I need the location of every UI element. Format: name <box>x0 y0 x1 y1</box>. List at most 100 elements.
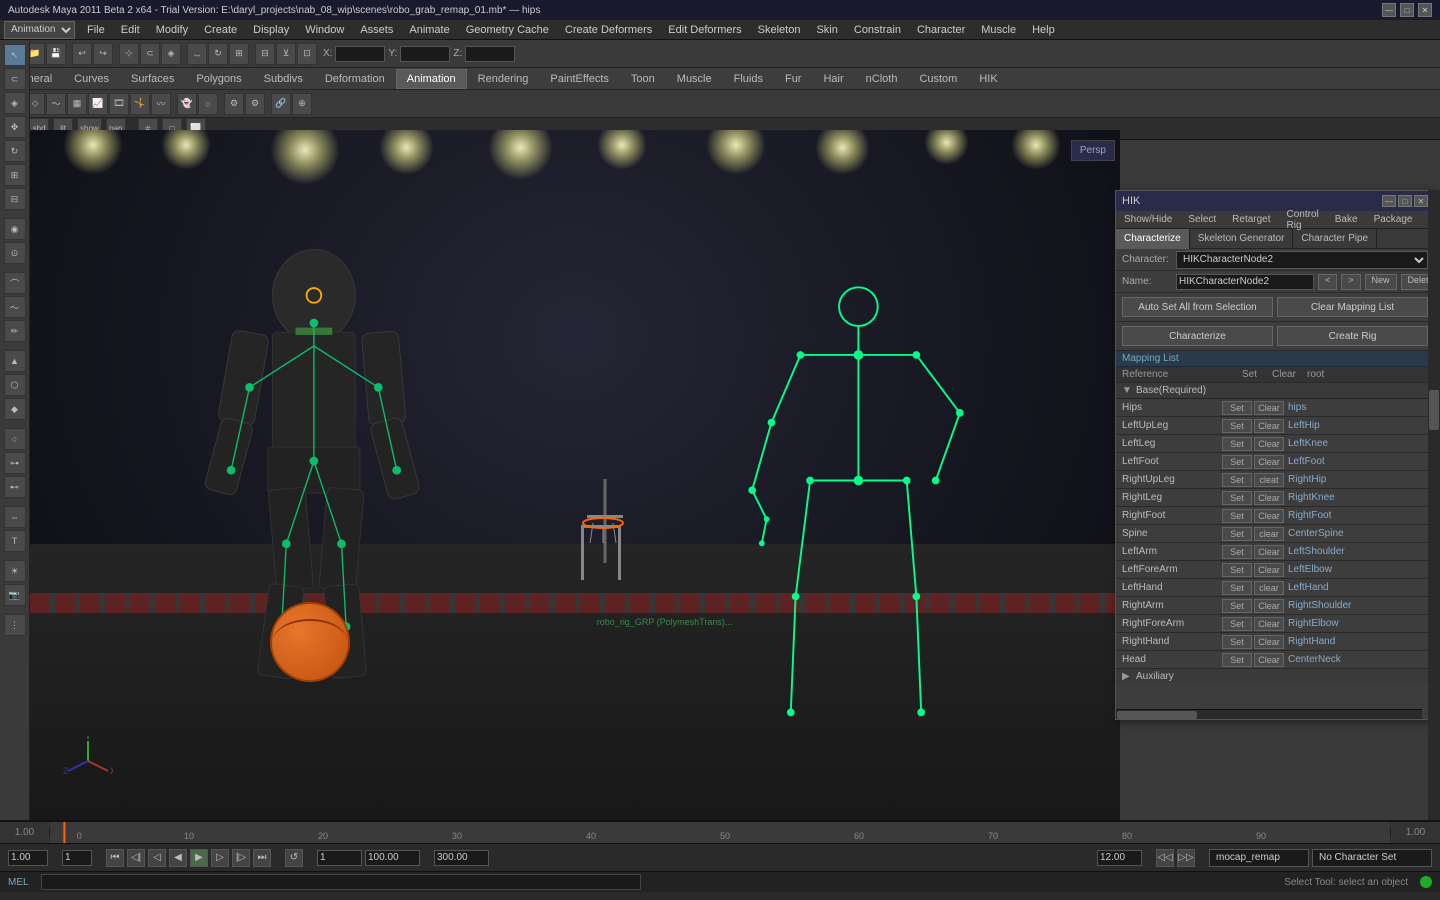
menu-edit[interactable]: Edit <box>113 22 148 38</box>
mr-set-4[interactable]: Set <box>1222 473 1252 487</box>
play-back-btn[interactable]: ◀ <box>169 849 187 867</box>
soft-mod-btn[interactable]: ◉ <box>4 218 26 240</box>
cv-curve-btn[interactable]: ⌒ <box>4 272 26 294</box>
mr-clear-14[interactable]: Clear <box>1254 653 1284 667</box>
prev-frame-btn[interactable]: ◁ <box>148 849 166 867</box>
paint-btn[interactable]: ◈ <box>161 43 181 65</box>
mr-set-0[interactable]: Set <box>1222 401 1252 415</box>
play-fwd-btn[interactable]: ▶ <box>190 849 208 867</box>
mr-set-6[interactable]: Set <box>1222 509 1252 523</box>
vertex-btn[interactable]: ◆ <box>4 398 26 420</box>
timeline-numbers[interactable]: 0 10 20 30 40 50 60 70 80 90 <box>50 822 1390 843</box>
menu-window[interactable]: Window <box>297 22 352 38</box>
mr-clear-8[interactable]: Clear <box>1254 545 1284 559</box>
hik-nav-next[interactable]: > <box>1341 274 1360 290</box>
pose-btn[interactable]: 🤸 <box>130 93 150 115</box>
joint-btn[interactable]: ○ <box>4 428 26 450</box>
tab-curves[interactable]: Curves <box>63 69 120 89</box>
time-value-input[interactable] <box>1097 850 1142 866</box>
rotate-btn[interactable]: ↻ <box>208 43 228 65</box>
tab-rendering[interactable]: Rendering <box>467 69 540 89</box>
total-frames-input[interactable] <box>434 850 489 866</box>
slower-btn[interactable]: ◁◁ <box>1156 849 1174 867</box>
mr-clear-2[interactable]: Clear <box>1254 437 1284 451</box>
mr-clear-10[interactable]: clear <box>1254 581 1284 595</box>
ep-curve-btn[interactable]: 〜 <box>4 296 26 318</box>
tab-fur[interactable]: Fur <box>774 69 813 89</box>
lasso-tool-btn[interactable]: ⊂ <box>4 68 26 90</box>
hik-character-select[interactable]: HIKCharacterNode2 <box>1176 251 1428 269</box>
hik-name-input[interactable] <box>1176 274 1314 290</box>
menu-help[interactable]: Help <box>1024 22 1063 38</box>
hik-auto-set-btn[interactable]: Auto Set All from Selection <box>1122 297 1273 317</box>
hik-new-btn[interactable]: New <box>1365 274 1397 290</box>
trax-btn[interactable]: 🎞 <box>109 93 129 115</box>
close-button[interactable]: ✕ <box>1418 3 1432 17</box>
mr-clear-11[interactable]: Clear <box>1254 599 1284 613</box>
light-btn[interactable]: ☀ <box>4 560 26 582</box>
mr-set-7[interactable]: Set <box>1222 527 1252 541</box>
view-label[interactable]: Persp <box>1071 140 1115 161</box>
y-input[interactable] <box>400 46 450 62</box>
misc-btn[interactable]: ⋮ <box>4 614 26 636</box>
viewport[interactable]: robo_rig_GRP (PolymeshTrans)... X Y Z <box>30 130 1120 820</box>
mr-clear-6[interactable]: Clear <box>1254 509 1284 523</box>
tab-hik[interactable]: HIK <box>968 69 1008 89</box>
hik-tab-skeleton-gen[interactable]: Skeleton Generator <box>1190 229 1294 249</box>
undo-btn[interactable]: ↩ <box>72 43 92 65</box>
mr-set-8[interactable]: Set <box>1222 545 1252 559</box>
hik-clear-mapping-btn[interactable]: Clear Mapping List <box>1277 297 1428 317</box>
scale-btn[interactable]: ⊞ <box>229 43 249 65</box>
section-auxiliary[interactable]: ▶ Auxiliary <box>1116 669 1434 683</box>
menu-animate[interactable]: Animate <box>401 22 457 38</box>
tab-custom[interactable]: Custom <box>908 69 968 89</box>
next-key-btn[interactable]: |▷ <box>232 849 250 867</box>
text-tool-btn[interactable]: T <box>4 530 26 552</box>
tab-hair[interactable]: Hair <box>812 69 854 89</box>
snap-curve-btn[interactable]: ⊻ <box>276 43 296 65</box>
timeline-bar[interactable]: 1.00 0 10 20 30 40 50 60 70 80 90 1.00 <box>0 822 1440 844</box>
frame-current[interactable] <box>62 850 92 866</box>
ghost-btn[interactable]: 👻 <box>177 93 197 115</box>
anim-curve-btn[interactable]: 〜 <box>46 93 66 115</box>
mr-set-11[interactable]: Set <box>1222 599 1252 613</box>
z-input[interactable] <box>465 46 515 62</box>
mr-clear-5[interactable]: Clear <box>1254 491 1284 505</box>
unghost-btn[interactable]: ○ <box>198 93 218 115</box>
motion-trail-btn[interactable]: 〰 <box>151 93 171 115</box>
hik-right-scroll-thumb[interactable] <box>1429 390 1439 430</box>
mr-set-9[interactable]: Set <box>1222 563 1252 577</box>
mr-clear-9[interactable]: Clear <box>1254 563 1284 577</box>
go-to-start-btn[interactable]: ⏮ <box>106 849 124 867</box>
menu-create-def[interactable]: Create Deformers <box>557 22 660 38</box>
hik-tab-characterize[interactable]: Characterize <box>1116 229 1190 249</box>
ik-spline-btn[interactable]: ⊷ <box>4 476 26 498</box>
rotate-tool-btn[interactable]: ↻ <box>4 140 26 162</box>
mr-clear-3[interactable]: Clear <box>1254 455 1284 469</box>
sculpt-btn[interactable]: ⊙ <box>4 242 26 264</box>
redo-btn[interactable]: ↪ <box>93 43 113 65</box>
hik-minimize[interactable]: — <box>1382 195 1396 207</box>
hik-close[interactable]: ✕ <box>1414 195 1428 207</box>
hik-maximize[interactable]: □ <box>1398 195 1412 207</box>
translate-btn[interactable]: ↔ <box>187 43 207 65</box>
tab-subdivs[interactable]: Subdivs <box>253 69 314 89</box>
constraint-btn[interactable]: 🔗 <box>271 93 291 115</box>
point-constraint-btn[interactable]: ⊕ <box>292 93 312 115</box>
tab-painteffects[interactable]: PaintEffects <box>539 69 620 89</box>
hik-menu-bake[interactable]: Bake <box>1327 212 1366 227</box>
minimize-button[interactable]: — <box>1382 3 1396 17</box>
transform-tool-btn[interactable]: ⊟ <box>4 188 26 210</box>
hik-characterize-btn[interactable]: Characterize <box>1122 326 1273 346</box>
ik-btn[interactable]: ⚙ <box>224 93 244 115</box>
hik-tab-char-pipe[interactable]: Character Pipe <box>1293 229 1377 249</box>
faster-btn[interactable]: ▷▷ <box>1177 849 1195 867</box>
mel-input-btn[interactable] <box>41 874 641 890</box>
loop-btn[interactable]: ↺ <box>285 849 303 867</box>
go-to-end-btn[interactable]: ⏭ <box>253 849 271 867</box>
mapping-list[interactable]: ▼ Base(Required) Hips Set Clear hips Lef… <box>1116 383 1434 683</box>
poly-btn[interactable]: ▲ <box>4 350 26 372</box>
prev-key-btn[interactable]: ◁| <box>127 849 145 867</box>
paint-select-btn[interactable]: ◈ <box>4 92 26 114</box>
current-frame-input[interactable] <box>8 850 48 866</box>
